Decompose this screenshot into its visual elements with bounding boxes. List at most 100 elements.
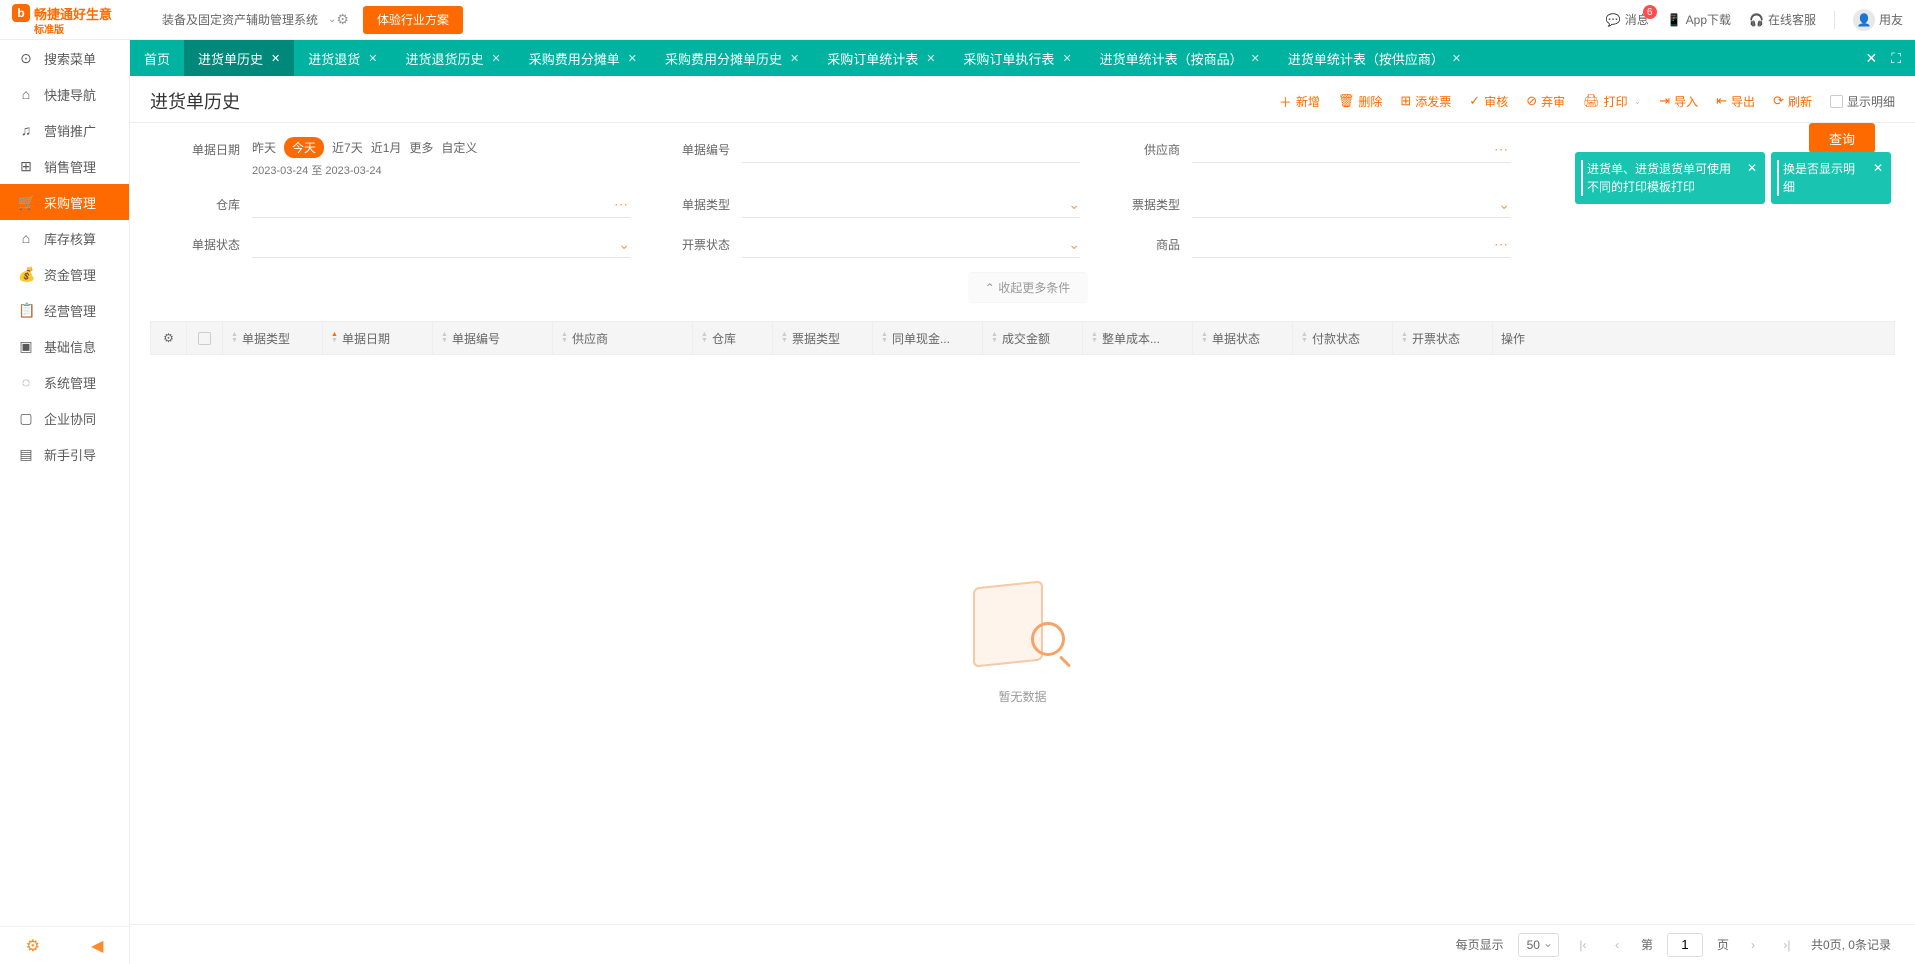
column-header-0[interactable]: ▲▼单据类型 [223, 322, 323, 354]
refresh-button[interactable]: ⟳刷新 [1773, 93, 1812, 110]
supplier-input[interactable]: ⋯ [1192, 137, 1510, 163]
sort-icon: ▲▼ [701, 332, 708, 344]
column-header-6[interactable]: ▲▼同单现金... [873, 322, 983, 354]
search-button[interactable]: 查询 [1809, 123, 1875, 153]
page-input[interactable] [1667, 933, 1703, 957]
delete-button[interactable]: 🗑删除 [1338, 93, 1383, 110]
column-header-10[interactable]: ▲▼付款状态 [1293, 322, 1393, 354]
first-page-button[interactable]: |‹ [1573, 935, 1593, 955]
show-detail-toggle[interactable]: 显示明细 [1830, 93, 1895, 110]
column-header-7[interactable]: ▲▼成交金额 [983, 322, 1083, 354]
import-label: 导入 [1674, 93, 1698, 110]
doc-no-input[interactable] [742, 137, 1080, 163]
date-pill-1[interactable]: 今天 [284, 137, 324, 158]
column-header-5[interactable]: ▲▼票据类型 [773, 322, 873, 354]
column-header-4[interactable]: ▲▼仓库 [693, 322, 773, 354]
app-download-button[interactable]: 📱 App下载 [1667, 11, 1731, 28]
settings-icon[interactable]: ⚙ [26, 936, 40, 956]
sidebar-item-9[interactable]: ◌系统管理 [0, 364, 129, 400]
collapse-sidebar-icon[interactable]: ◀ [91, 936, 103, 956]
tooltip-close-icon[interactable]: ✕ [1747, 159, 1757, 177]
sidebar-item-11[interactable]: ▤新手引导 [0, 436, 129, 472]
settings-gear-icon[interactable]: ⚙ [336, 11, 349, 28]
date-pill-0[interactable]: 昨天 [252, 139, 276, 156]
column-header-3[interactable]: ▲▼供应商 [553, 322, 693, 354]
tab-8[interactable]: 进货单统计表（按商品）✕ [1086, 40, 1274, 76]
tab-close-icon[interactable]: ✕ [628, 52, 637, 65]
try-industry-plan-button[interactable]: 体验行业方案 [363, 6, 463, 34]
sidebar-item-10[interactable]: ▢企业协同 [0, 400, 129, 436]
tab-3[interactable]: 进货退货历史✕ [391, 40, 514, 76]
chevron-down-icon: ⌄ [1068, 236, 1080, 253]
per-page-value: 50 [1527, 938, 1540, 952]
tab-0[interactable]: 首页 [130, 40, 184, 76]
doc-type-select[interactable]: ⌄ [742, 192, 1080, 218]
sidebar-item-0[interactable]: ⊙搜索菜单 [0, 40, 129, 76]
user-menu[interactable]: 👤 用友 [1853, 9, 1903, 31]
collapse-filters-button[interactable]: ⌃ 收起更多条件 [968, 272, 1088, 303]
sidebar-item-4[interactable]: 🛒采购管理 [0, 184, 129, 220]
date-pill-4[interactable]: 更多 [409, 139, 433, 156]
page-header: 进货单历史 ＋新增 🗑删除 ⊞添发票 ✓审核 ⊘弃审 🖨打印⌄ ⇥导入 ⇤导出 … [130, 76, 1915, 123]
system-selector[interactable]: 装备及固定资产辅助管理系统 ⌄ [162, 11, 336, 28]
tab-4[interactable]: 采购费用分摊单✕ [515, 40, 651, 76]
add-invoice-button[interactable]: ⊞添发票 [1400, 93, 1451, 110]
date-pill-2[interactable]: 近7天 [332, 139, 363, 156]
sidebar-item-5[interactable]: ⌂库存核算 [0, 220, 129, 256]
column-header-1[interactable]: ▲▼单据日期 [323, 322, 433, 354]
tab-close-icon[interactable]: ✕ [492, 52, 501, 65]
column-label: 单据类型 [242, 330, 290, 347]
unaudit-button[interactable]: ⊘弃审 [1526, 93, 1565, 110]
warehouse-input[interactable]: ⋯ [252, 192, 630, 218]
column-header-12[interactable]: 操作 [1493, 322, 1533, 354]
sidebar-item-icon: 📋 [18, 302, 34, 319]
audit-button[interactable]: ✓审核 [1469, 93, 1508, 110]
tab-close-icon[interactable]: ✕ [1062, 52, 1071, 65]
print-button[interactable]: 🖨打印⌄ [1583, 93, 1641, 110]
sidebar-item-2[interactable]: ♫营销推广 [0, 112, 129, 148]
sidebar-item-1[interactable]: ⌂快捷导航 [0, 76, 129, 112]
tab-1[interactable]: 进货单历史✕ [184, 40, 294, 76]
invoice-status-select[interactable]: ⌄ [742, 232, 1080, 258]
add-button[interactable]: ＋新增 [1279, 92, 1320, 111]
per-page-select[interactable]: 50 [1518, 933, 1559, 957]
tab-close-icon[interactable]: ✕ [368, 52, 377, 65]
select-all-checkbox[interactable] [198, 332, 211, 345]
column-header-9[interactable]: ▲▼单据状态 [1193, 322, 1293, 354]
sidebar-item-7[interactable]: 📋经营管理 [0, 292, 129, 328]
sort-icon: ▲▼ [881, 332, 888, 344]
fullscreen-icon[interactable]: ⛶ [1891, 50, 1901, 67]
import-button[interactable]: ⇥导入 [1659, 93, 1698, 110]
tab-6[interactable]: 采购订单统计表✕ [813, 40, 949, 76]
tab-close-icon[interactable]: ✕ [1251, 52, 1260, 65]
doc-status-select[interactable]: ⌄ [252, 232, 630, 258]
sidebar-item-6[interactable]: 💰资金管理 [0, 256, 129, 292]
invoice-type-select[interactable]: ⌄ [1192, 192, 1510, 218]
column-header-11[interactable]: ▲▼开票状态 [1393, 322, 1493, 354]
sidebar-item-8[interactable]: ▣基础信息 [0, 328, 129, 364]
tooltip-close-icon[interactable]: ✕ [1873, 159, 1883, 177]
tab-2[interactable]: 进货退货✕ [294, 40, 391, 76]
tab-9[interactable]: 进货单统计表（按供应商）✕ [1274, 40, 1475, 76]
sidebar-item-3[interactable]: ⊞销售管理 [0, 148, 129, 184]
sidebar-item-icon: ⌂ [18, 86, 34, 102]
messages-button[interactable]: 💬 消息 6 [1606, 11, 1649, 28]
tab-close-icon[interactable]: ✕ [790, 52, 799, 65]
prev-page-button[interactable]: ‹ [1607, 935, 1627, 955]
tab-close-all-icon[interactable]: ✕ [1865, 50, 1877, 67]
column-settings-icon[interactable]: ⚙ [163, 331, 174, 345]
tab-5[interactable]: 采购费用分摊单历史✕ [651, 40, 813, 76]
tab-close-icon[interactable]: ✕ [271, 52, 280, 65]
product-input[interactable]: ⋯ [1192, 232, 1510, 258]
date-pill-3[interactable]: 近1月 [371, 139, 402, 156]
last-page-button[interactable]: ›| [1777, 935, 1797, 955]
column-header-8[interactable]: ▲▼整单成本... [1083, 322, 1193, 354]
column-header-2[interactable]: ▲▼单据编号 [433, 322, 553, 354]
export-button[interactable]: ⇤导出 [1716, 93, 1755, 110]
online-service-button[interactable]: 🎧 在线客服 [1749, 11, 1816, 28]
next-page-button[interactable]: › [1743, 935, 1763, 955]
tab-close-icon[interactable]: ✕ [926, 52, 935, 65]
tab-close-icon[interactable]: ✕ [1452, 52, 1461, 65]
tab-7[interactable]: 采购订单执行表✕ [949, 40, 1085, 76]
date-pill-5[interactable]: 自定义 [441, 139, 477, 156]
